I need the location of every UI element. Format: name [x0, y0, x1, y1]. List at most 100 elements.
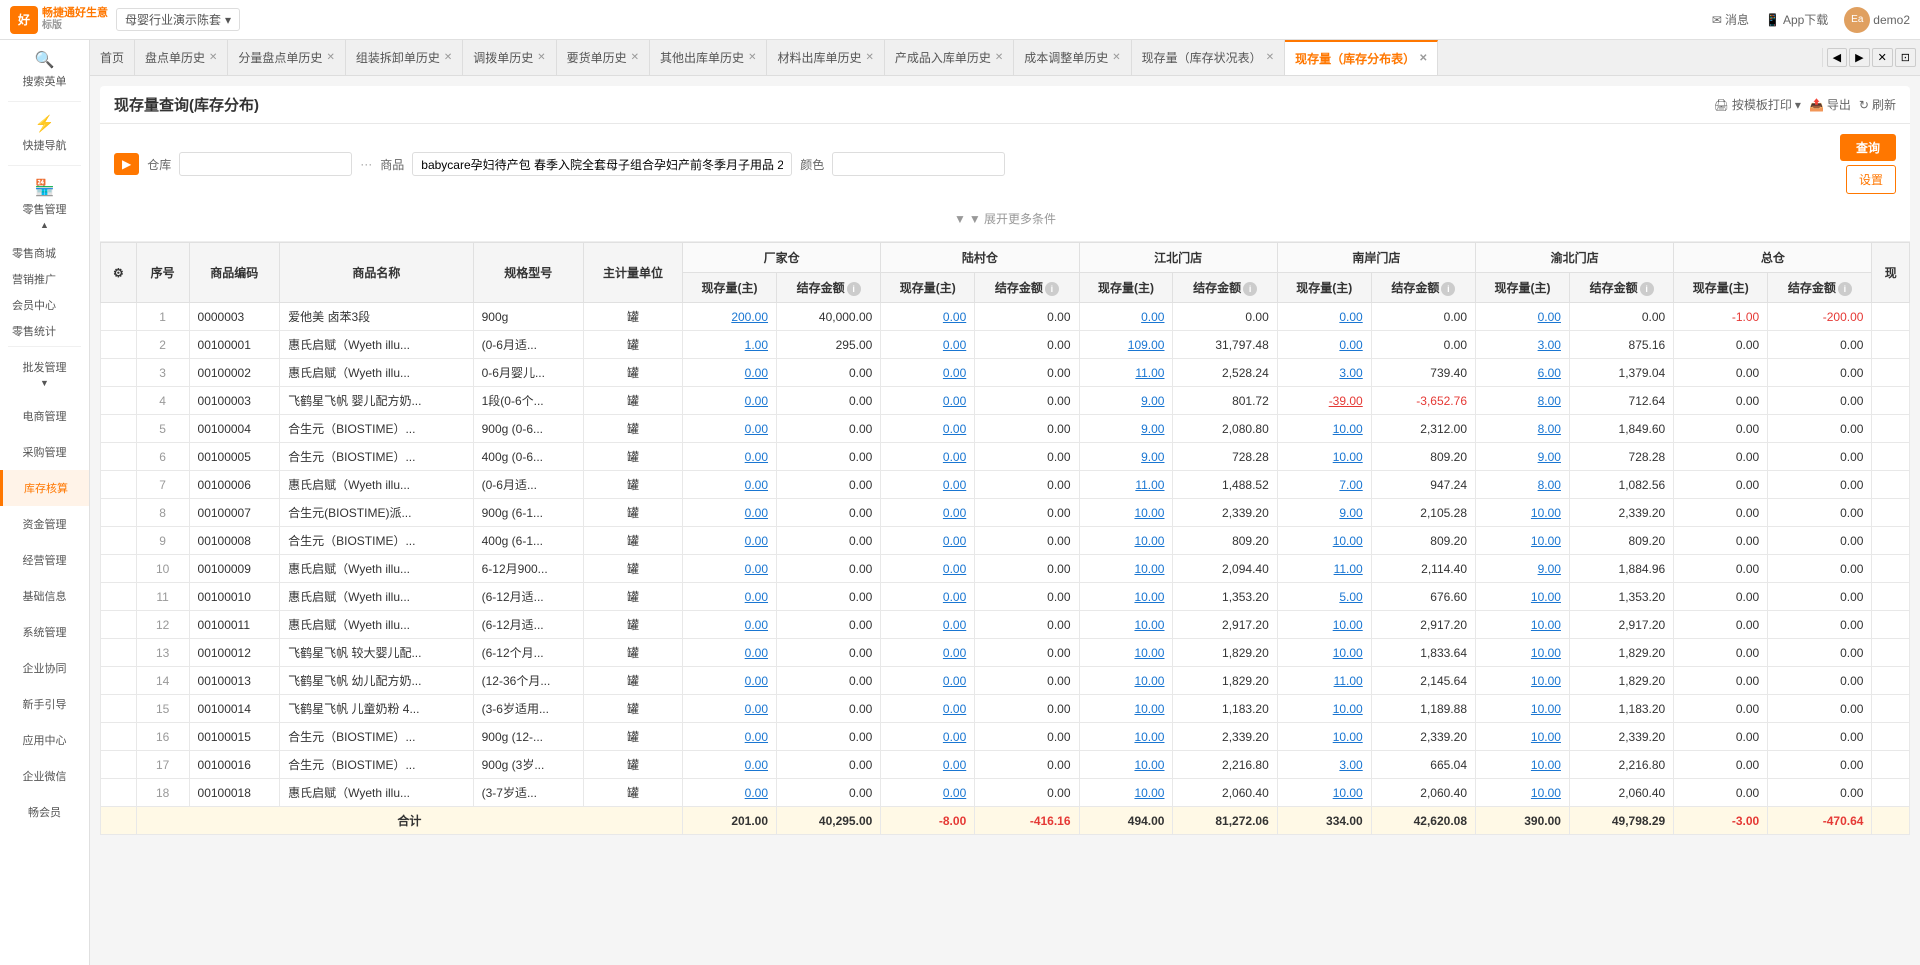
tabs-close-btn[interactable]: ✕: [1872, 48, 1893, 67]
sum-yb-amt: 49,798.29: [1569, 807, 1673, 835]
tabs-next-btn[interactable]: ▶: [1849, 48, 1869, 67]
tab-item-home[interactable]: 首页: [90, 40, 135, 75]
tabs-prev-btn[interactable]: ◀: [1827, 48, 1847, 67]
tab-close-icon[interactable]: ✕: [631, 52, 639, 63]
tab-close-icon[interactable]: ✕: [1112, 52, 1120, 63]
total-qty-cell: 0.00: [1674, 499, 1768, 527]
sidebar-item-ecom[interactable]: 电商管理: [0, 398, 89, 434]
tab-item-cost-adjust[interactable]: 成本调整单历史✕: [1014, 40, 1131, 75]
name-cell: 飞鹤星飞帆 较大婴儿配...: [280, 639, 474, 667]
warehouse-input[interactable]: [179, 152, 352, 176]
app-download-btn[interactable]: 📱 App下载: [1765, 11, 1828, 28]
tab-item-stock-dist[interactable]: 现存量（库存分布表）✕: [1285, 40, 1438, 75]
tab-item-combo-split[interactable]: 组装拆卸单历史✕: [346, 40, 463, 75]
num-cell: 15: [136, 695, 189, 723]
tab-close-icon[interactable]: ✕: [537, 52, 545, 63]
tab-close-icon[interactable]: ✕: [995, 52, 1003, 63]
sidebar-item-wechat[interactable]: 企业微信: [0, 758, 89, 794]
query-btn[interactable]: 查询: [1840, 134, 1896, 161]
sidebar-item-stock[interactable]: 库存核算: [0, 470, 89, 506]
code-cell: 00100005: [189, 443, 280, 471]
sidebar-sub-retail-shop[interactable]: 零售商城: [0, 240, 89, 266]
tab-item-transfer[interactable]: 调拨单历史✕: [463, 40, 556, 75]
total-qty-cell: 0.00: [1674, 779, 1768, 807]
sidebar-item-retail-mgmt[interactable]: 🏪 零售管理 ▲: [0, 168, 89, 240]
nav-selector[interactable]: 母婴行业演示陈套 ▾: [116, 8, 240, 31]
spec-header: 规格型号: [473, 243, 583, 303]
goods-input[interactable]: [412, 152, 792, 176]
lc-amt-cell: 0.00: [975, 303, 1079, 331]
sidebar-item-member2[interactable]: 畅会员: [0, 794, 89, 830]
current-cell: [1872, 387, 1910, 415]
user-profile[interactable]: Ea demo2: [1844, 7, 1910, 33]
tab-item-stock-status[interactable]: 现存量（库存状况表）✕: [1132, 40, 1285, 75]
gear-header[interactable]: ⚙: [101, 243, 137, 303]
total-amt-info-icon[interactable]: i: [1838, 282, 1852, 296]
sidebar-item-purchase[interactable]: 采购管理: [0, 434, 89, 470]
jb-amt-info-icon[interactable]: i: [1243, 282, 1257, 296]
message-btn[interactable]: ✉ 消息: [1712, 11, 1749, 28]
tab-close-icon[interactable]: ✕: [209, 52, 217, 63]
total-amt-cell: 0.00: [1768, 331, 1872, 359]
sidebar-item-wholesale[interactable]: 批发管理 ▼: [0, 349, 89, 398]
lc-amt-info-icon[interactable]: i: [1045, 282, 1059, 296]
tab-item-purchase[interactable]: 要货单历史✕: [557, 40, 650, 75]
tab-item-material-out[interactable]: 材料出库单历史✕: [767, 40, 884, 75]
total-qty-cell: 0.00: [1674, 555, 1768, 583]
sidebar-item-search[interactable]: 🔍 搜索英单: [0, 40, 89, 99]
fj-qty-cell: 0.00: [683, 415, 777, 443]
na-qty-cell: 10.00: [1277, 779, 1371, 807]
total-qty-cell: 0.00: [1674, 751, 1768, 779]
refresh-btn[interactable]: ↻ 刷新: [1859, 96, 1896, 113]
jb-amt-cell: 2,216.80: [1173, 751, 1277, 779]
tab-close-icon[interactable]: ✕: [326, 52, 334, 63]
sidebar-item-ops[interactable]: 经营管理: [0, 542, 89, 578]
tab-close-icon[interactable]: ✕: [444, 52, 452, 63]
yb-amt-info-icon[interactable]: i: [1640, 282, 1654, 296]
tab-item-other-out[interactable]: 其他出库单历史✕: [650, 40, 767, 75]
warehouse-dots[interactable]: ···: [360, 157, 372, 171]
tab-close-icon[interactable]: ✕: [865, 52, 873, 63]
code-cell: 00100010: [189, 583, 280, 611]
sidebar-item-quicknav[interactable]: ⚡ 快捷导航: [0, 104, 89, 163]
sidebar-item-basic[interactable]: 基础信息: [0, 578, 89, 614]
na-qty-cell: 0.00: [1277, 303, 1371, 331]
tab-item-inventory-single[interactable]: 盘点单历史✕: [135, 40, 228, 75]
tab-close-icon[interactable]: ✕: [1419, 53, 1427, 64]
sidebar-sub-member[interactable]: 会员中心: [0, 292, 89, 318]
sum-jb-qty: 494.00: [1079, 807, 1173, 835]
sidebar-item-appcenter[interactable]: 应用中心: [0, 722, 89, 758]
fj-amt-info-icon[interactable]: i: [847, 282, 861, 296]
na-amt-cell: 2,114.40: [1371, 555, 1475, 583]
tab-close-icon[interactable]: ✕: [748, 52, 756, 63]
fj-amt-header: 结存金额i: [777, 273, 881, 303]
sidebar-item-enterprise[interactable]: 企业协同: [0, 650, 89, 686]
tab-item-dist-inventory[interactable]: 分量盘点单历史✕: [228, 40, 345, 75]
setting-btn[interactable]: 设置: [1846, 165, 1896, 194]
filter-expand-btn[interactable]: ▶: [114, 153, 139, 175]
sidebar-item-guide[interactable]: 新手引导: [0, 686, 89, 722]
filter-more-btn[interactable]: ▼ ▼ 展开更多条件: [946, 206, 1064, 231]
current-cell: [1872, 667, 1910, 695]
table-row: 7 00100006 惠氏启赋（Wyeth illu... (0-6月适... …: [101, 471, 1910, 499]
yb-qty-cell: 9.00: [1476, 443, 1570, 471]
sidebar-divider: [8, 101, 81, 102]
sidebar-sub-retail-stats[interactable]: 零售统计: [0, 318, 89, 344]
print-btn[interactable]: 🖨 按模板打印 ▾: [1714, 96, 1801, 113]
tabs-expand-btn[interactable]: ⊡: [1895, 48, 1916, 67]
lc-amt-cell: 0.00: [975, 695, 1079, 723]
name-cell: 惠氏启赋（Wyeth illu...: [280, 611, 474, 639]
table-row: 13 00100012 飞鹤星飞帆 较大婴儿配... (6-12个月... 罐 …: [101, 639, 1910, 667]
jb-qty-cell: 9.00: [1079, 415, 1173, 443]
tab-close-icon[interactable]: ✕: [1266, 52, 1274, 63]
total-qty-cell: 0.00: [1674, 639, 1768, 667]
lc-qty-cell: 0.00: [881, 303, 975, 331]
fj-amt-cell: 0.00: [777, 583, 881, 611]
na-amt-info-icon[interactable]: i: [1441, 282, 1455, 296]
sidebar-sub-marketing[interactable]: 营销推广: [0, 266, 89, 292]
sidebar-item-finance[interactable]: 资金管理: [0, 506, 89, 542]
tab-item-product-in[interactable]: 产成品入库单历史✕: [885, 40, 1014, 75]
sidebar-item-system[interactable]: 系统管理: [0, 614, 89, 650]
color-input[interactable]: [832, 152, 1005, 176]
export-btn[interactable]: 📤 导出: [1809, 96, 1851, 113]
